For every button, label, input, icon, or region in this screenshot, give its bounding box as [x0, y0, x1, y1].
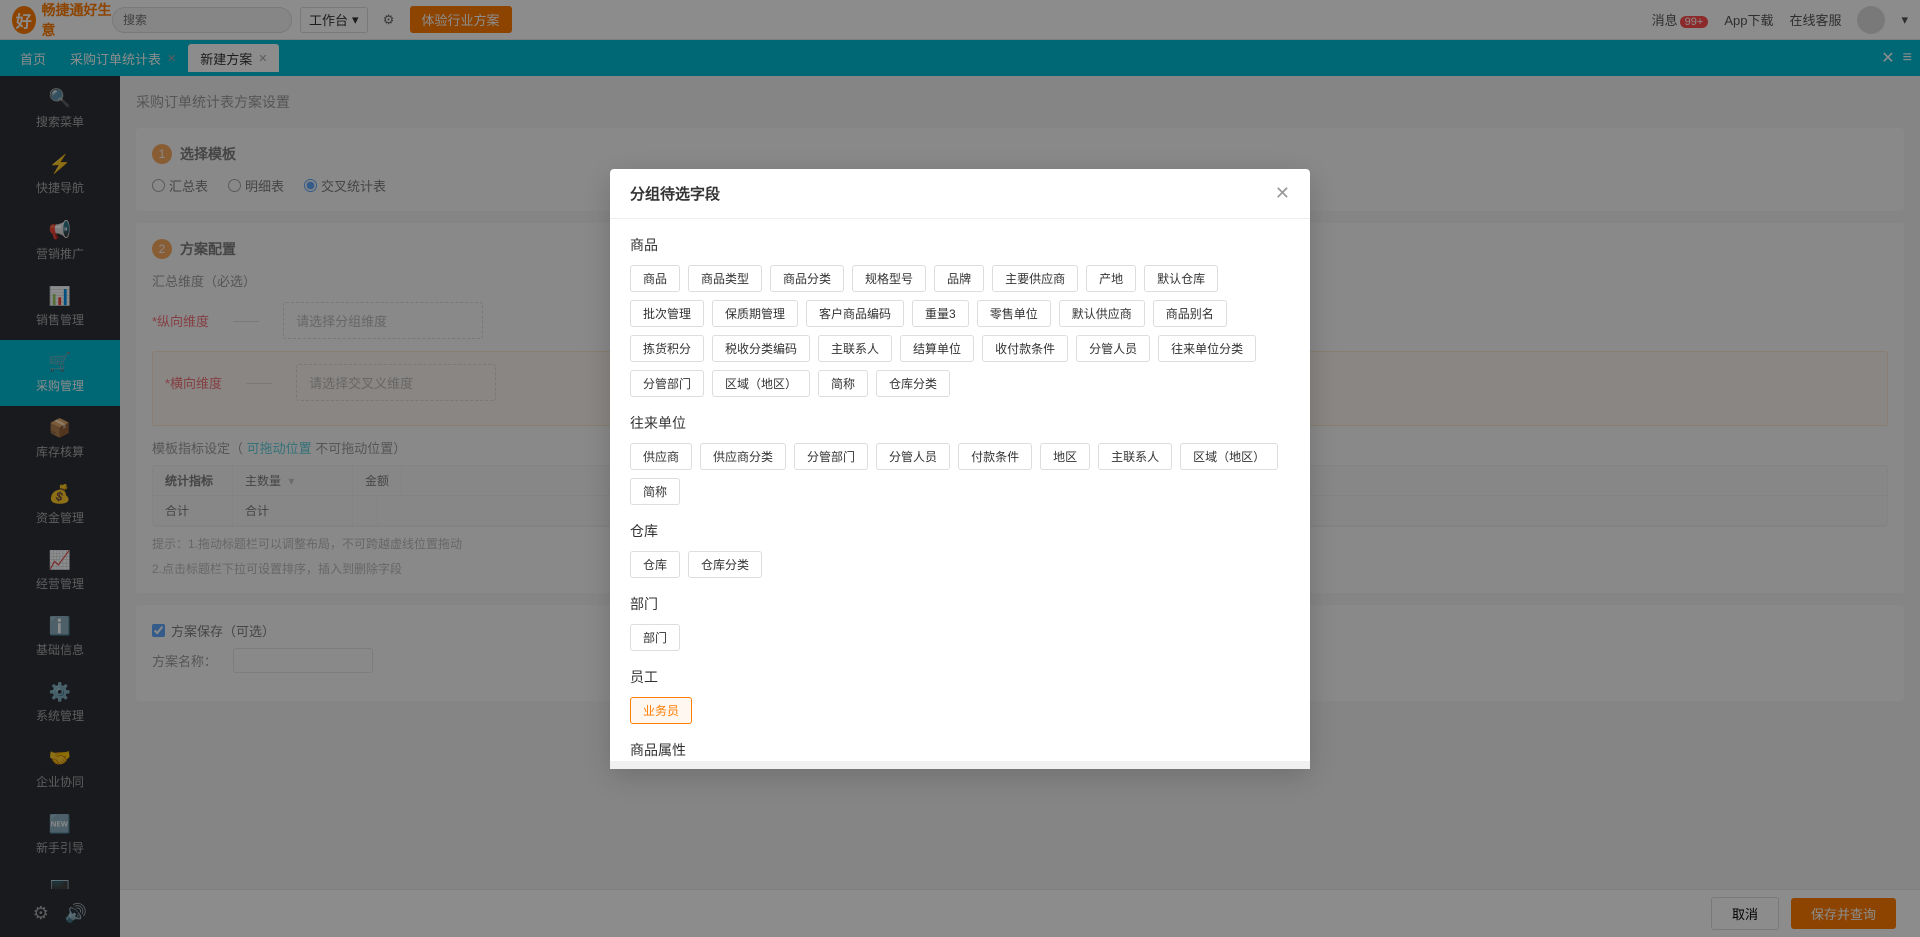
modal-section-warehouse: 仓库 — [630, 521, 1290, 541]
list-item[interactable]: 业务员 — [630, 697, 692, 724]
list-item[interactable]: 主联系人 — [1098, 443, 1172, 470]
employee-tags: 业务员 — [630, 697, 1290, 724]
list-item[interactable]: 往来单位分类 — [1158, 335, 1256, 362]
list-item[interactable]: 区域（地区） — [1180, 443, 1278, 470]
product-tags: 商品商品类型商品分类规格型号品牌主要供应商产地默认仓库批次管理保质期管理客户商品… — [630, 265, 1290, 397]
list-item[interactable]: 仓库分类 — [688, 551, 762, 578]
list-item[interactable]: 零售单位 — [977, 300, 1051, 327]
list-item[interactable]: 供应商分类 — [700, 443, 786, 470]
modal-header: 分组待选字段 ✕ — [610, 169, 1310, 219]
list-item[interactable]: 分管人员 — [1076, 335, 1150, 362]
list-item[interactable]: 收付款条件 — [982, 335, 1068, 362]
list-item[interactable]: 商品类型 — [688, 265, 762, 292]
list-item[interactable]: 分管部门 — [794, 443, 868, 470]
modal-close-button[interactable]: ✕ — [1275, 183, 1290, 204]
list-item[interactable]: 规格型号 — [852, 265, 926, 292]
list-item[interactable]: 商品 — [630, 265, 680, 292]
warehouse-tags: 仓库仓库分类 — [630, 551, 1290, 578]
list-item[interactable]: 简称 — [630, 478, 680, 505]
modal-section-department: 部门 — [630, 594, 1290, 614]
modal-section-product-attr: 商品属性 — [630, 740, 1290, 760]
list-item[interactable]: 品牌 — [934, 265, 984, 292]
modal-section-employee: 员工 — [630, 667, 1290, 687]
list-item[interactable]: 商品分类 — [770, 265, 844, 292]
modal-scrollbar[interactable] — [610, 761, 1310, 769]
list-item[interactable]: 主联系人 — [818, 335, 892, 362]
list-item[interactable]: 拣货积分 — [630, 335, 704, 362]
list-item[interactable]: 主要供应商 — [992, 265, 1078, 292]
modal-body: 商品 商品商品类型商品分类规格型号品牌主要供应商产地默认仓库批次管理保质期管理客… — [610, 219, 1310, 761]
list-item[interactable]: 供应商 — [630, 443, 692, 470]
modal-section-counterparty: 往来单位 — [630, 413, 1290, 433]
list-item[interactable]: 仓库分类 — [876, 370, 950, 397]
list-item[interactable]: 区域（地区） — [712, 370, 810, 397]
list-item[interactable]: 地区 — [1040, 443, 1090, 470]
list-item[interactable]: 仓库 — [630, 551, 680, 578]
list-item[interactable]: 分管人员 — [876, 443, 950, 470]
modal-overlay: 分组待选字段 ✕ 商品 商品商品类型商品分类规格型号品牌主要供应商产地默认仓库批… — [0, 0, 1920, 937]
list-item[interactable]: 付款条件 — [958, 443, 1032, 470]
counterparty-tags: 供应商供应商分类分管部门分管人员付款条件地区主联系人区域（地区） 简称 — [630, 443, 1290, 505]
modal: 分组待选字段 ✕ 商品 商品商品类型商品分类规格型号品牌主要供应商产地默认仓库批… — [610, 169, 1310, 769]
list-item[interactable]: 默认仓库 — [1144, 265, 1218, 292]
modal-title: 分组待选字段 — [630, 183, 720, 204]
list-item[interactable]: 批次管理 — [630, 300, 704, 327]
list-item[interactable]: 简称 — [818, 370, 868, 397]
list-item[interactable]: 产地 — [1086, 265, 1136, 292]
modal-section-product: 商品 — [630, 235, 1290, 255]
department-tags: 部门 — [630, 624, 1290, 651]
list-item[interactable]: 税收分类编码 — [712, 335, 810, 362]
list-item[interactable]: 结算单位 — [900, 335, 974, 362]
list-item[interactable]: 默认供应商 — [1059, 300, 1145, 327]
list-item[interactable]: 部门 — [630, 624, 680, 651]
list-item[interactable]: 重量3 — [912, 300, 969, 327]
list-item[interactable]: 商品别名 — [1153, 300, 1227, 327]
list-item[interactable]: 保质期管理 — [712, 300, 798, 327]
list-item[interactable]: 分管部门 — [630, 370, 704, 397]
list-item[interactable]: 客户商品编码 — [806, 300, 904, 327]
